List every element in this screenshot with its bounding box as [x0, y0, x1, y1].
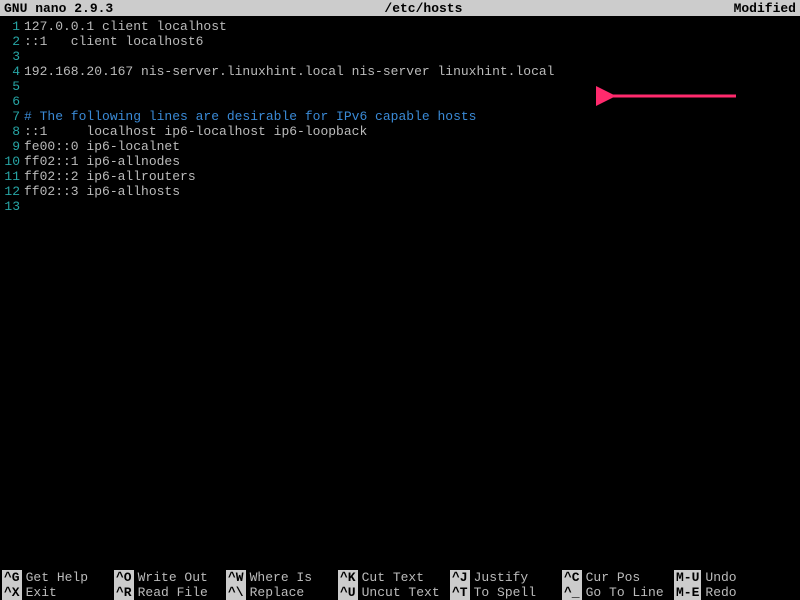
- line-text[interactable]: [24, 94, 800, 109]
- shortcut-label: Go To Line: [586, 585, 664, 600]
- line-number: 7: [0, 109, 20, 124]
- shortcut-label: To Spell: [474, 585, 536, 600]
- shortcut-item[interactable]: ^W Where Is: [226, 570, 338, 585]
- line-number: 8: [0, 124, 20, 139]
- editor-line[interactable]: 7 # The following lines are desirable for…: [0, 109, 800, 124]
- shortcut-item[interactable]: ^\ Replace: [226, 585, 338, 600]
- line-text[interactable]: 192.168.20.167 nis-server.linuxhint.loca…: [24, 64, 800, 79]
- line-number: 3: [0, 49, 20, 64]
- shortcut-label: Write Out: [138, 570, 208, 585]
- editor-line[interactable]: 1 127.0.0.1 client localhost: [0, 19, 800, 34]
- line-text[interactable]: fe00::0 ip6-localnet: [24, 139, 800, 154]
- shortcut-item[interactable]: ^C Cur Pos: [562, 570, 674, 585]
- shortcut-item[interactable]: M-U Undo: [674, 570, 762, 585]
- editor-line[interactable]: 3: [0, 49, 800, 64]
- line-number: 9: [0, 139, 20, 154]
- line-text[interactable]: [24, 49, 800, 64]
- shortcut-key: ^T: [450, 585, 470, 600]
- editor-line[interactable]: 5: [0, 79, 800, 94]
- line-text[interactable]: # The following lines are desirable for …: [24, 109, 800, 124]
- shortcut-key: ^K: [338, 570, 358, 585]
- shortcut-label: Cut Text: [362, 570, 424, 585]
- shortcut-key: ^J: [450, 570, 470, 585]
- line-number: 13: [0, 199, 20, 214]
- editor-line[interactable]: 10 ff02::1 ip6-allnodes: [0, 154, 800, 169]
- line-text[interactable]: ff02::3 ip6-allhosts: [24, 184, 800, 199]
- line-number: 4: [0, 64, 20, 79]
- shortcut-key: M-U: [674, 570, 701, 585]
- shortcut-item[interactable]: M-E Redo: [674, 585, 762, 600]
- shortcut-item[interactable]: ^U Uncut Text: [338, 585, 450, 600]
- shortcut-item[interactable]: ^K Cut Text: [338, 570, 450, 585]
- editor-line[interactable]: 9 fe00::0 ip6-localnet: [0, 139, 800, 154]
- shortcut-label: Cur Pos: [586, 570, 641, 585]
- shortcut-key: ^O: [114, 570, 134, 585]
- editor-line[interactable]: 11 ff02::2 ip6-allrouters: [0, 169, 800, 184]
- shortcut-key: ^_: [562, 585, 582, 600]
- shortcut-key: ^G: [2, 570, 22, 585]
- line-text[interactable]: ff02::1 ip6-allnodes: [24, 154, 800, 169]
- shortcut-key: ^U: [338, 585, 358, 600]
- line-text[interactable]: 127.0.0.1 client localhost: [24, 19, 800, 34]
- editor-line[interactable]: 4 192.168.20.167 nis-server.linuxhint.loc…: [0, 64, 800, 79]
- editor-line[interactable]: 12 ff02::3 ip6-allhosts: [0, 184, 800, 199]
- shortcut-key: ^C: [562, 570, 582, 585]
- line-number: 6: [0, 94, 20, 109]
- shortcut-item[interactable]: ^T To Spell: [450, 585, 562, 600]
- editor-content[interactable]: 1127.0.0.1 client localhost2::1 client l…: [0, 16, 800, 214]
- shortcut-item[interactable]: ^_ Go To Line: [562, 585, 674, 600]
- line-text[interactable]: [24, 79, 800, 94]
- shortcut-label: Redo: [705, 585, 736, 600]
- shortcut-row-2: ^X Exit ^R Read File ^\ Replace ^U Uncut Text ^T…: [0, 585, 800, 600]
- shortcut-item[interactable]: ^X Exit: [2, 585, 114, 600]
- editor-line[interactable]: 6: [0, 94, 800, 109]
- editor-line[interactable]: 2::1 client localhost6: [0, 34, 800, 49]
- line-number: 1: [0, 19, 20, 34]
- line-text[interactable]: ff02::2 ip6-allrouters: [24, 169, 800, 184]
- shortcut-key: ^X: [2, 585, 22, 600]
- shortcut-key: M-E: [674, 585, 701, 600]
- shortcut-label: Where Is: [250, 570, 312, 585]
- editor-line[interactable]: 8::1 localhost ip6-localhost ip6-loopbac…: [0, 124, 800, 139]
- line-number: 12: [0, 184, 20, 199]
- shortcut-row-1: ^G Get Help ^O Write Out ^W Where Is ^K Cut Tex…: [0, 570, 800, 585]
- shortcut-label: Undo: [705, 570, 736, 585]
- editor-line[interactable]: 13: [0, 199, 800, 214]
- line-text[interactable]: [24, 199, 800, 214]
- shortcut-key: ^R: [114, 585, 134, 600]
- shortcut-label: Justify: [474, 570, 529, 585]
- app-version: GNU nano 2.9.3: [4, 1, 113, 16]
- shortcut-item[interactable]: ^G Get Help: [2, 570, 114, 585]
- shortcut-menu: ^G Get Help ^O Write Out ^W Where Is ^K Cut Tex…: [0, 570, 800, 600]
- editor-header: GNU nano 2.9.3 /etc/hosts Modified: [0, 0, 800, 16]
- shortcut-item[interactable]: ^J Justify: [450, 570, 562, 585]
- shortcut-key: ^\: [226, 585, 246, 600]
- shortcut-label: Uncut Text: [362, 585, 440, 600]
- line-number: 10: [0, 154, 20, 169]
- shortcut-label: Read File: [138, 585, 208, 600]
- shortcut-label: Get Help: [26, 570, 88, 585]
- line-text[interactable]: ::1 client localhost6: [24, 34, 800, 49]
- editor-status: Modified: [734, 1, 796, 16]
- shortcut-label: Replace: [250, 585, 305, 600]
- line-number: 2: [0, 34, 20, 49]
- shortcut-item[interactable]: ^O Write Out: [114, 570, 226, 585]
- line-number: 5: [0, 79, 20, 94]
- file-path: /etc/hosts: [113, 1, 733, 16]
- shortcut-label: Exit: [26, 585, 57, 600]
- line-number: 11: [0, 169, 20, 184]
- line-text[interactable]: ::1 localhost ip6-localhost ip6-loopback: [24, 124, 800, 139]
- shortcut-key: ^W: [226, 570, 246, 585]
- shortcut-item[interactable]: ^R Read File: [114, 585, 226, 600]
